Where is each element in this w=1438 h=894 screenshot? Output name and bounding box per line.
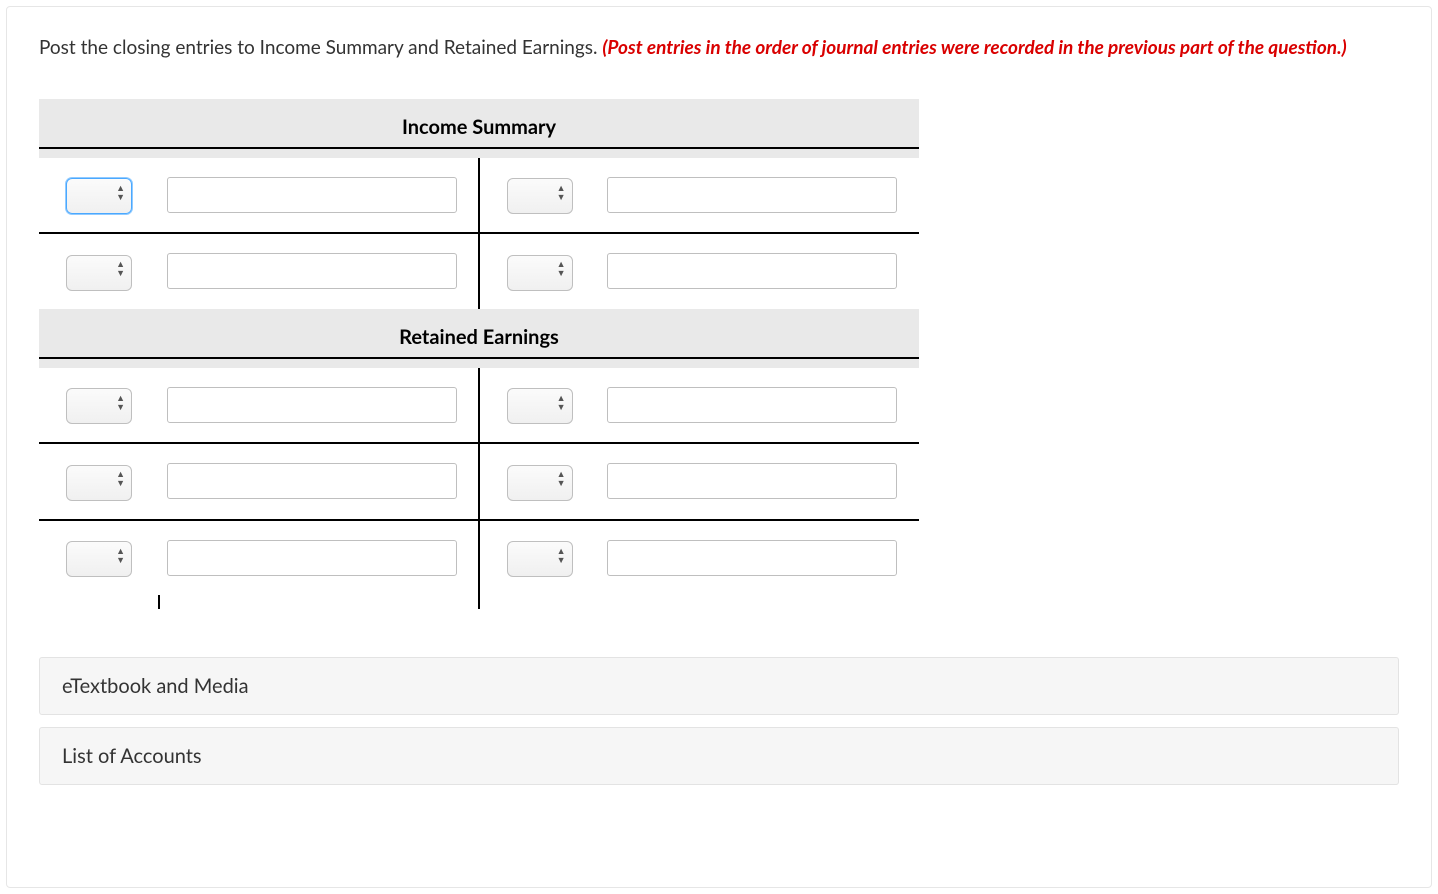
stepper-input[interactable]: ▲▼ xyxy=(66,255,132,291)
stepper-input[interactable]: ▲▼ xyxy=(507,465,573,501)
stepper-arrows-icon: ▲▼ xyxy=(116,264,125,281)
stepper-arrows-icon: ▲▼ xyxy=(557,551,566,568)
stepper-arrows-icon: ▲▼ xyxy=(116,474,125,491)
stepper-input[interactable]: ▲▼ xyxy=(66,178,132,214)
amount-input[interactable] xyxy=(167,540,457,576)
instruction-note: (Post entries in the order of journal en… xyxy=(602,36,1346,59)
stepper-arrows-icon: ▲▼ xyxy=(116,551,125,568)
amount-input[interactable] xyxy=(607,253,897,289)
retained-earnings-title: Retained Earnings xyxy=(39,309,919,357)
income-summary-row: ▲▼ ▲▼ xyxy=(39,158,919,234)
stepper-input[interactable]: ▲▼ xyxy=(507,255,573,291)
income-summary-title: Income Summary xyxy=(39,99,919,147)
stepper-input[interactable]: ▲▼ xyxy=(507,178,573,214)
question-card: Post the closing entries to Income Summa… xyxy=(6,6,1432,888)
retained-earnings-row: ▲▼ ▲▼ xyxy=(39,368,919,444)
stepper-arrows-icon: ▲▼ xyxy=(116,188,125,205)
stepper-arrows-icon: ▲▼ xyxy=(116,398,125,415)
stepper-input[interactable]: ▲▼ xyxy=(66,541,132,577)
stepper-arrows-icon: ▲▼ xyxy=(557,188,566,205)
amount-input[interactable] xyxy=(607,540,897,576)
etextbook-and-media-link[interactable]: eTextbook and Media xyxy=(39,657,1399,715)
retained-earnings-row: ▲▼ ▲▼ xyxy=(39,444,919,520)
amount-input[interactable] xyxy=(167,177,457,213)
amount-input[interactable] xyxy=(167,463,457,499)
t-accounts-table: Income Summary ▲▼ ▲▼ xyxy=(39,99,919,610)
instruction-text: Post the closing entries to Income Summa… xyxy=(39,35,1399,61)
instruction-main: Post the closing entries to Income Summa… xyxy=(39,36,602,59)
resource-links: eTextbook and Media List of Accounts xyxy=(39,657,1399,785)
stepper-arrows-icon: ▲▼ xyxy=(557,398,566,415)
retained-earnings-row: ▲▼ ▲▼ xyxy=(39,521,919,596)
amount-input[interactable] xyxy=(607,177,897,213)
stepper-arrows-icon: ▲▼ xyxy=(557,474,566,491)
stepper-input[interactable]: ▲▼ xyxy=(507,388,573,424)
stepper-input[interactable]: ▲▼ xyxy=(66,388,132,424)
amount-input[interactable] xyxy=(167,387,457,423)
amount-input[interactable] xyxy=(167,253,457,289)
amount-input[interactable] xyxy=(607,463,897,499)
list-of-accounts-link[interactable]: List of Accounts xyxy=(39,727,1399,785)
amount-input[interactable] xyxy=(607,387,897,423)
stepper-arrows-icon: ▲▼ xyxy=(557,264,566,281)
stepper-input[interactable]: ▲▼ xyxy=(507,541,573,577)
stepper-input[interactable]: ▲▼ xyxy=(66,465,132,501)
income-summary-row: ▲▼ ▲▼ xyxy=(39,234,919,309)
